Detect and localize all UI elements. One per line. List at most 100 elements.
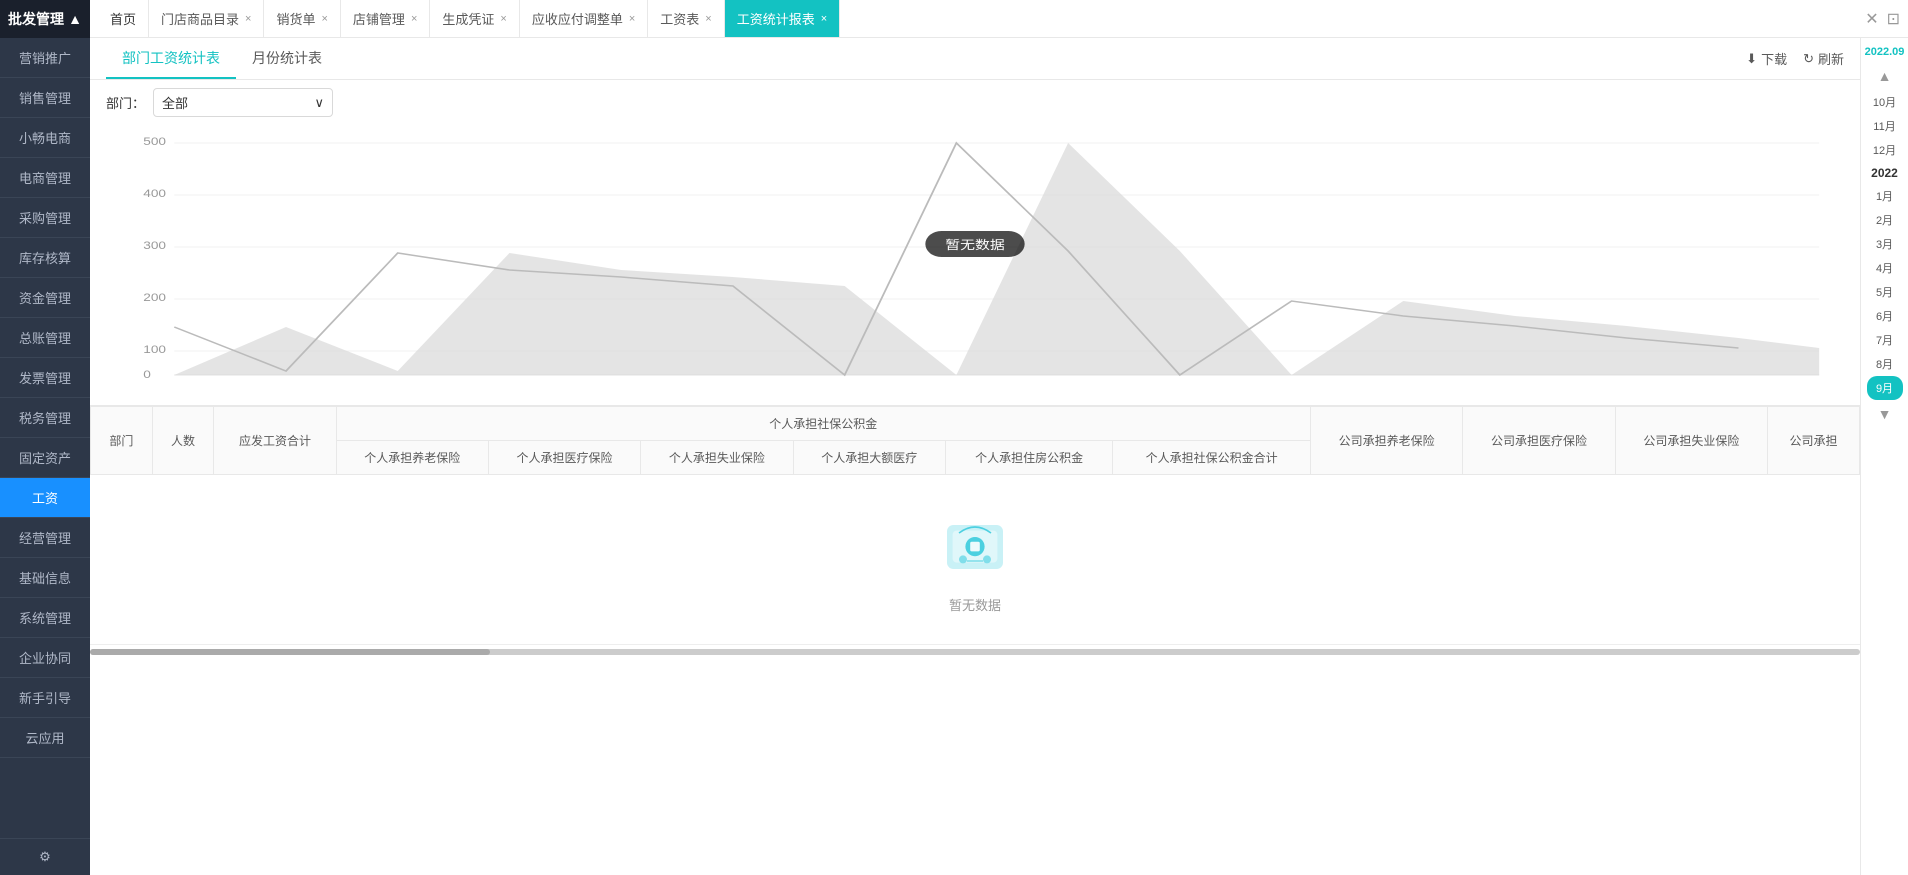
timeline-up-button[interactable]: ▲ [1873,64,1897,88]
tab-store-mgmt[interactable]: 店铺管理 × [341,0,430,37]
content-area: 部门工资统计表 月份统计表 ⬇ 下载 ↻ 刷新 [90,38,1908,875]
svg-text:300: 300 [143,239,166,251]
tab-close-store-catalog[interactable]: × [245,13,251,25]
tab-close-ar-ap[interactable]: × [629,13,635,25]
sidebar-item-qytx[interactable]: 企业协同 [0,638,90,678]
timeline-nov[interactable]: 11月 [1861,114,1908,138]
timeline-oct[interactable]: 10月 [1861,90,1908,114]
download-icon: ⬇ [1746,51,1757,67]
svg-text:500: 500 [143,135,166,147]
sidebar-item-xcdss[interactable]: 小畅电商 [0,118,90,158]
sidebar-item-swgl[interactable]: 税务管理 [0,398,90,438]
th-company-pension: 公司承担养老保险 [1311,407,1463,475]
tab-home[interactable]: 首页 [98,0,149,37]
dept-filter-bar: 部门： 全部 ∨ [90,80,1860,125]
th-personal-housing: 个人承担住房公积金 [945,441,1112,475]
tab-bar-end: ✕ ⊡ [1865,9,1900,29]
empty-state: 暂无数据 [90,475,1860,644]
inner-tab-bar: 部门工资统计表 月份统计表 ⬇ 下载 ↻ 刷新 [90,38,1860,80]
sidebar-item-xsgl[interactable]: 销售管理 [0,78,90,118]
sidebar-item-jcxx[interactable]: 基础信息 [0,558,90,598]
tab-month-stats[interactable]: 月份统计表 [236,38,338,79]
timeline-mar[interactable]: 3月 [1861,232,1908,256]
table-area: 部门 人数 应发工资合计 个人承担社保公积金 公司承担养老保险 公司承担医疗保险… [90,405,1860,875]
tab-ar-ap[interactable]: 应收应付调整单 × [520,0,648,37]
sidebar-item-yyyy[interactable]: 云应用 [0,718,90,758]
sidebar-item-fpgl[interactable]: 发票管理 [0,358,90,398]
timeline-sep[interactable]: 9月 [1867,376,1903,400]
tab-voucher[interactable]: 生成凭证 × [430,0,519,37]
th-headcount: 人数 [152,407,214,475]
timeline-jun[interactable]: 6月 [1861,304,1908,328]
horizontal-scrollbar[interactable] [90,644,1860,659]
sidebar-item-xtgl[interactable]: 系统管理 [0,598,90,638]
empty-text: 暂无数据 [949,595,1001,614]
empty-icon [935,505,1015,585]
timeline-year-2022: 2022 [1861,162,1908,184]
tab-sales[interactable]: 销货单 × [264,0,340,37]
sidebar-item-xsyd[interactable]: 新手引导 [0,678,90,718]
timeline-jan[interactable]: 1月 [1861,184,1908,208]
settings-icon: ⚙ [39,849,51,864]
tab-restore-icon[interactable]: ⊡ [1887,9,1900,29]
tab-payroll[interactable]: 工资表 × [648,0,724,37]
download-button[interactable]: ⬇ 下载 [1746,49,1787,68]
timeline-dec[interactable]: 12月 [1861,138,1908,162]
tab-dept-stats[interactable]: 部门工资统计表 [106,38,236,79]
svg-text:0: 0 [143,368,151,380]
sidebar: 批发管理 ▲ 营销推广 销售管理 小畅电商 电商管理 采购管理 库存核算 资金管… [0,0,90,875]
th-personal-total: 个人承担社保公积金合计 [1113,441,1311,475]
stats-table: 部门 人数 应发工资合计 个人承担社保公积金 公司承担养老保险 公司承担医疗保险… [90,406,1860,475]
sidebar-item-zjgl[interactable]: 资金管理 [0,278,90,318]
area-chart: 500 400 300 200 100 0 [106,133,1844,383]
sidebar-item-kchs[interactable]: 库存核算 [0,238,90,278]
th-total-salary: 应发工资合计 [214,407,336,475]
timeline-down-button[interactable]: ▼ [1873,402,1897,426]
chevron-down-icon: ∨ [315,95,325,111]
timeline-sidebar: 2022.09 ▲ 10月 11月 12月 2022 1月 2月 3月 4月 5… [1860,38,1908,875]
sidebar-item-cggl[interactable]: 采购管理 [0,198,90,238]
tab-collapse-icon[interactable]: ✕ [1865,9,1878,29]
tab-close-payroll-report[interactable]: × [821,13,827,25]
dept-select[interactable]: 全部 ∨ [153,88,333,117]
timeline-feb[interactable]: 2月 [1861,208,1908,232]
sidebar-item-gdzc[interactable]: 固定资产 [0,438,90,478]
tab-close-sales[interactable]: × [321,13,327,25]
tab-close-voucher[interactable]: × [500,13,506,25]
sidebar-item-zzgl[interactable]: 总账管理 [0,318,90,358]
timeline-aug[interactable]: 8月 [1861,352,1908,376]
timeline-apr[interactable]: 4月 [1861,256,1908,280]
svg-text:暂无数据: 暂无数据 [945,238,1005,251]
th-company-other: 公司承担 [1768,407,1860,475]
dept-label: 部门： [106,93,145,112]
tab-bar: 首页 门店商品目录 × 销货单 × 店铺管理 × 生成凭证 × 应收应付调整单 … [90,0,1908,38]
page-content: 部门工资统计表 月份统计表 ⬇ 下载 ↻ 刷新 [90,38,1860,875]
th-dept: 部门 [91,407,153,475]
tab-close-payroll[interactable]: × [705,13,711,25]
th-personal-group: 个人承担社保公积金 [336,407,1310,441]
th-personal-unemployment: 个人承担失业保险 [641,441,793,475]
th-company-unemployment: 公司承担失业保险 [1615,407,1767,475]
sidebar-header: 批发管理 ▲ [0,0,90,38]
sidebar-item-jygl[interactable]: 经营管理 [0,518,90,558]
sidebar-toggle-icon[interactable]: ▲ [68,11,82,27]
timeline-may[interactable]: 5月 [1861,280,1908,304]
refresh-icon: ↻ [1803,51,1814,67]
sidebar-item-gz[interactable]: 工资 [0,478,90,518]
svg-text:200: 200 [143,291,166,303]
timeline-jul[interactable]: 7月 [1861,328,1908,352]
scroll-thumb[interactable] [90,649,490,655]
main-area: 首页 门店商品目录 × 销货单 × 店铺管理 × 生成凭证 × 应收应付调整单 … [90,0,1908,875]
th-personal-pension: 个人承担养老保险 [336,441,488,475]
sidebar-settings[interactable]: ⚙ [0,838,90,875]
tab-store-catalog[interactable]: 门店商品目录 × [149,0,264,37]
sidebar-item-yxtt[interactable]: 营销推广 [0,38,90,78]
tab-payroll-report[interactable]: 工资统计报表 × [725,0,840,37]
scroll-track[interactable] [90,649,1860,655]
svg-text:400: 400 [143,187,166,199]
th-personal-major-medical: 个人承担大额医疗 [793,441,945,475]
sidebar-item-dssgl[interactable]: 电商管理 [0,158,90,198]
tab-close-store-mgmt[interactable]: × [411,13,417,25]
svg-text:100: 100 [143,343,166,355]
refresh-button[interactable]: ↻ 刷新 [1803,49,1844,68]
